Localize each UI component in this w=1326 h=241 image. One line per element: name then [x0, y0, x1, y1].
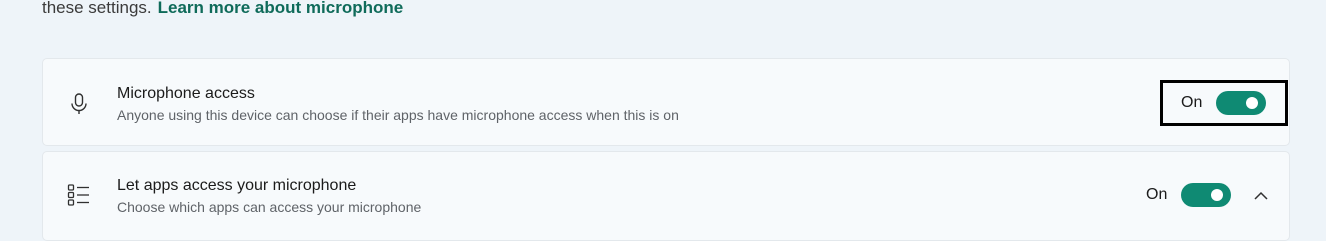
toggle-knob	[1211, 189, 1224, 201]
microphone-access-card: Microphone access Anyone using this devi…	[42, 58, 1290, 146]
apps-access-toggle-group: On	[1146, 183, 1232, 207]
chevron-up-icon[interactable]	[1251, 186, 1271, 206]
intro-sentence: these settings.	[42, 0, 152, 17]
intro-text: these settings. Learn more about micropho…	[42, 0, 403, 19]
microphone-icon	[71, 93, 87, 114]
apps-access-toggle[interactable]	[1181, 183, 1232, 207]
microphone-access-toggle[interactable]	[1216, 91, 1267, 115]
apps-access-title: Let apps access your microphone	[117, 177, 357, 194]
microphone-access-title: Microphone access	[117, 85, 255, 102]
microphone-access-description: Anyone using this device can choose if t…	[117, 107, 679, 123]
microphone-access-toggle-group: On	[1181, 91, 1267, 115]
apps-access-description: Choose which apps can access your microp…	[117, 199, 422, 215]
app-list-icon	[67, 184, 89, 206]
apps-access-card[interactable]: Let apps access your microphone Choose w…	[42, 151, 1290, 241]
learn-more-link[interactable]: Learn more about microphone	[158, 0, 404, 17]
toggle-knob	[1246, 97, 1259, 109]
apps-access-toggle-label: On	[1146, 186, 1168, 203]
microphone-access-toggle-label: On	[1181, 94, 1203, 111]
